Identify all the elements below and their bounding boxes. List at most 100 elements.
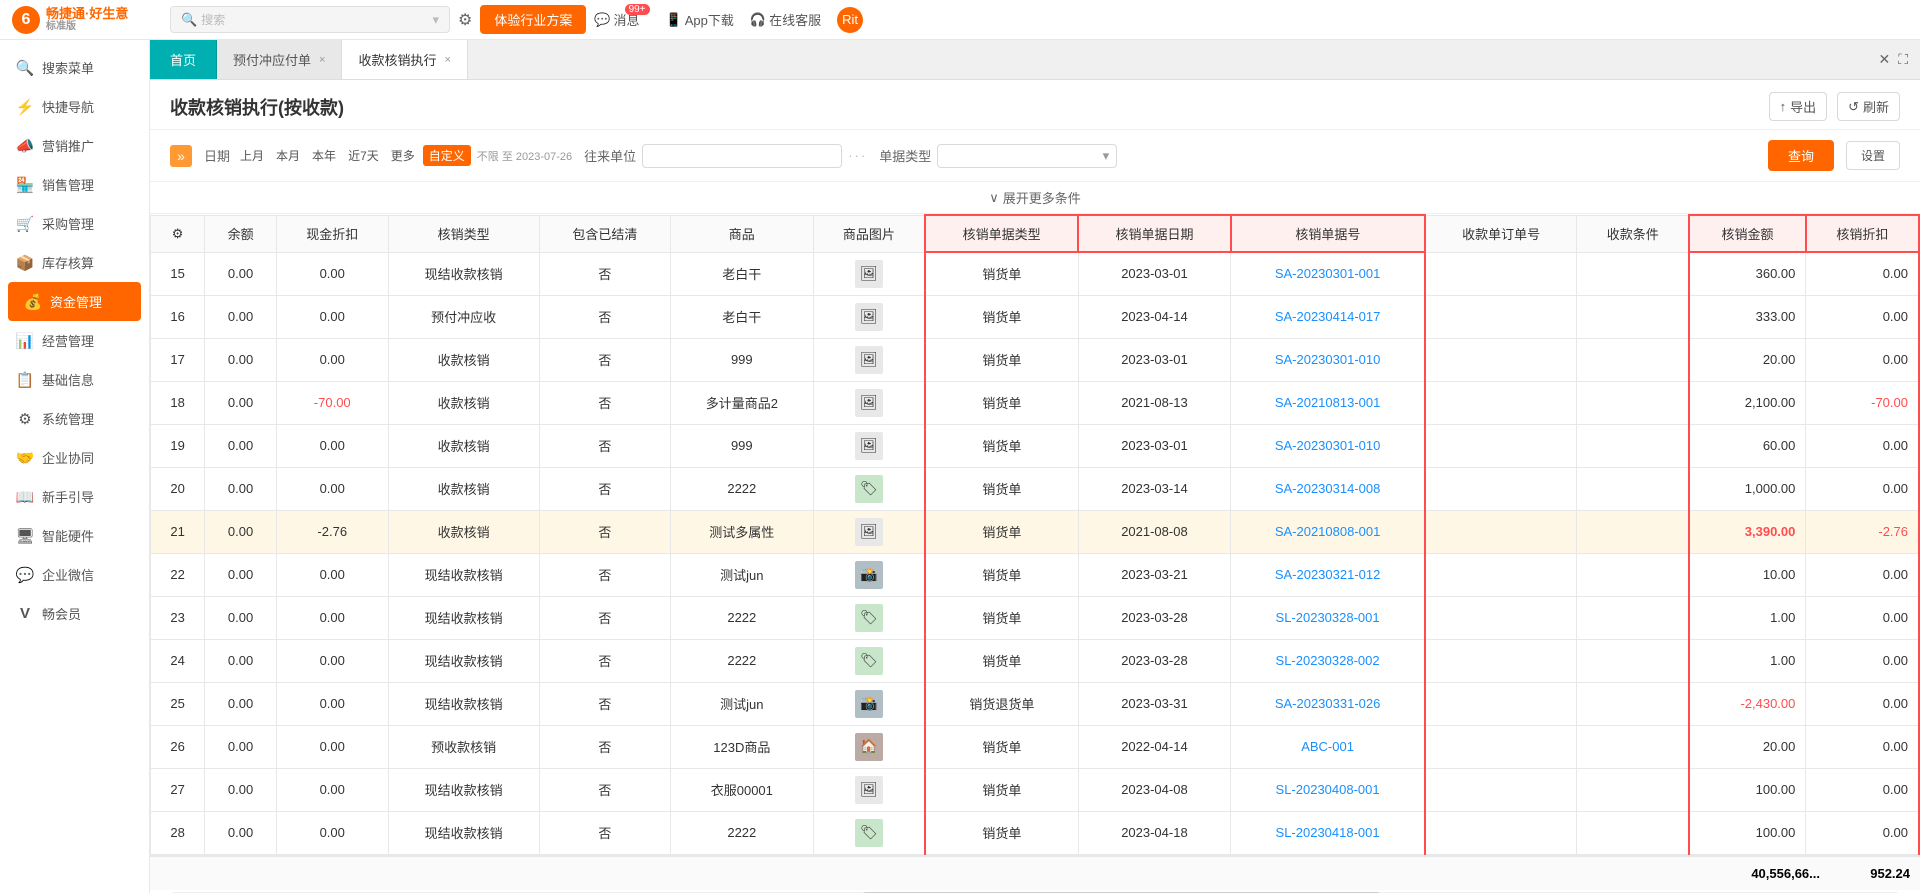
logo-area: 6 畅捷通·好生意 标准版	[12, 6, 162, 34]
query-button[interactable]: 查询	[1768, 140, 1834, 171]
sidebar-item-label: 采购管理	[42, 214, 94, 233]
col-settings[interactable]: ⚙	[151, 215, 205, 252]
logo-icon: 6	[12, 6, 40, 34]
gear-button[interactable]: ⚙	[458, 10, 472, 30]
sidebar-item-hardware[interactable]: 🖥 智能硬件	[0, 516, 149, 555]
tab-receivable-close[interactable]: ×	[444, 54, 450, 66]
online-service-area[interactable]: 🎧 在线客服	[750, 10, 821, 29]
page-header: 收款核销执行(按收款) ↑ 导出 ↺ 刷新	[150, 80, 1920, 130]
product-image-cell: 🏠	[813, 725, 925, 768]
purchase-icon: 🛒	[16, 215, 34, 233]
date-filter-group: 日期 上月 本月 本年 近7天 更多 自定义 不限 至 2023-07-26	[204, 145, 572, 166]
table-row: 190.000.00收款核销否999🖼销货单2023-03-01SA-20230…	[151, 424, 1920, 467]
tab-prepay[interactable]: 预付冲应付单 ×	[217, 40, 342, 79]
message-area[interactable]: 💬 消息 99+	[594, 10, 639, 29]
tab-controls: ✕ ⛶	[1866, 40, 1920, 79]
table-row: 260.000.00预收款核销否123D商品🏠销货单2022-04-14ABC-…	[151, 725, 1920, 768]
tab-receivable[interactable]: 收款核销执行 ×	[342, 40, 467, 79]
sidebar-item-label: 库存核算	[42, 253, 94, 272]
sidebar-item-purchase[interactable]: 🛒 采购管理	[0, 204, 149, 243]
col-amount: 核销金额	[1689, 215, 1806, 252]
sidebar-item-label: 新手引导	[42, 487, 94, 506]
quicknav-icon: ⚡	[16, 98, 34, 116]
product-image-cell: 📸	[813, 682, 925, 725]
col-write-off-type: 核销类型	[388, 215, 539, 252]
product-image-cell: 🖼	[813, 381, 925, 424]
tab-expand-button[interactable]: ⛶	[1898, 51, 1908, 68]
sidebar-item-quicknav[interactable]: ⚡ 快捷导航	[0, 87, 149, 126]
footer-amount-total: 40,556,66...	[1740, 862, 1830, 885]
table-row: 220.000.00现结收款核销否测试jun📸销货单2023-03-21SA-2…	[151, 553, 1920, 596]
sidebar-item-search[interactable]: 🔍 搜索菜单	[0, 48, 149, 87]
sidebar-item-label: 系统管理	[42, 409, 94, 428]
product-image-cell: 🖼	[813, 424, 925, 467]
tab-bar: 首页 预付冲应付单 × 收款核销执行 × ✕ ⛶	[150, 40, 1920, 80]
user-avatar[interactable]: Rit	[837, 7, 863, 33]
top-right-area: 💬 消息 99+ 📱 App下载 🎧 在线客服 Rit	[594, 7, 863, 33]
sidebar-item-label: 搜索菜单	[42, 58, 94, 77]
service-icon: 🎧	[750, 12, 766, 28]
sidebar-item-label: 基础信息	[42, 370, 94, 389]
last-month-btn[interactable]: 上月	[236, 145, 268, 166]
search-bar[interactable]: 🔍 搜索 ▾	[170, 6, 450, 33]
sidebar-item-vip[interactable]: V 畅会员	[0, 594, 149, 633]
sidebar-item-wechat[interactable]: 💬 企业微信	[0, 555, 149, 594]
basic-icon: 📋	[16, 371, 34, 389]
this-month-btn[interactable]: 本月	[272, 145, 304, 166]
app-download-area[interactable]: 📱 App下载	[666, 10, 734, 29]
app-download-label: App下载	[685, 10, 734, 29]
expand-conditions-button[interactable]: ∨ 展开更多条件	[989, 188, 1081, 207]
service-label: 在线客服	[769, 10, 821, 29]
footer-spacer	[150, 862, 200, 885]
guide-icon: 📖	[16, 488, 34, 506]
sidebar-item-guide[interactable]: 📖 新手引导	[0, 477, 149, 516]
industry-solution-button[interactable]: 体验行业方案	[480, 5, 586, 34]
app-icon: 📱	[666, 12, 682, 28]
col-product: 商品	[671, 215, 813, 252]
tab-prepay-close[interactable]: ×	[319, 54, 325, 66]
enterprise-icon: 🤝	[16, 449, 34, 467]
voucher-type-select[interactable]: 销货单 销货退货单	[937, 144, 1117, 168]
header-actions: ↑ 导出 ↺ 刷新	[1769, 92, 1900, 121]
this-year-btn[interactable]: 本年	[308, 145, 340, 166]
sidebar-item-basic[interactable]: 📋 基础信息	[0, 360, 149, 399]
sidebar-item-inventory[interactable]: 📦 库存核算	[0, 243, 149, 282]
system-icon: ⚙	[16, 410, 34, 428]
table-row: 230.000.00现结收款核销否2222🏷销货单2023-03-28SL-20…	[151, 596, 1920, 639]
refresh-button[interactable]: ↺ 刷新	[1837, 92, 1900, 121]
table-row: 240.000.00现结收款核销否2222🏷销货单2023-03-28SL-20…	[151, 639, 1920, 682]
sidebar-item-system[interactable]: ⚙ 系统管理	[0, 399, 149, 438]
brand-text: 畅捷通·好生意 标准版	[46, 6, 128, 34]
product-image-cell: 🖼	[813, 510, 925, 553]
more-date-btn[interactable]: 更多	[387, 145, 419, 166]
table-row: 180.00-70.00收款核销否多计量商品2🖼销货单2021-08-13SA-…	[151, 381, 1920, 424]
tab-close-button[interactable]: ✕	[1878, 51, 1890, 68]
sidebar-item-label: 经营管理	[42, 331, 94, 350]
voucher-type-filter-group: 单据类型 销货单 销货退货单 ▾	[879, 144, 1117, 168]
finance-icon: 💰	[24, 293, 42, 311]
export-button[interactable]: ↑ 导出	[1769, 92, 1828, 121]
product-image-cell: 🖼	[813, 295, 925, 338]
partner-input[interactable]	[642, 144, 842, 168]
last7-btn[interactable]: 近7天	[344, 145, 383, 166]
table-row: 270.000.00现结收款核销否衣服00001🖼销货单2023-04-08SL…	[151, 768, 1920, 811]
table-footer: 40,556,66... 952.24	[150, 855, 1920, 890]
sidebar-item-finance[interactable]: 💰 资金管理	[8, 282, 141, 321]
sidebar-item-operations[interactable]: 📊 经营管理	[0, 321, 149, 360]
sidebar-item-sales[interactable]: 🏪 销售管理	[0, 165, 149, 204]
date-buttons: 上月 本月 本年 近7天 更多 自定义	[236, 145, 471, 166]
sidebar-item-enterprise[interactable]: 🤝 企业协同	[0, 438, 149, 477]
col-write-off-discount: 核销折扣	[1806, 215, 1919, 252]
tab-home[interactable]: 首页	[150, 40, 217, 79]
filter-collapse-button[interactable]: »	[170, 145, 192, 167]
settings-button[interactable]: 设置	[1846, 141, 1900, 170]
sidebar-item-marketing[interactable]: 📣 营销推广	[0, 126, 149, 165]
sidebar-item-label: 企业微信	[42, 565, 94, 584]
message-icon: 💬	[594, 12, 610, 28]
sidebar-item-label: 畅会员	[42, 604, 81, 623]
custom-date-btn[interactable]: 自定义	[423, 145, 471, 166]
col-product-img: 商品图片	[813, 215, 925, 252]
hardware-icon: 🖥	[16, 527, 34, 545]
date-range-display: 不限 至 2023-07-26	[477, 148, 572, 164]
sales-icon: 🏪	[16, 176, 34, 194]
